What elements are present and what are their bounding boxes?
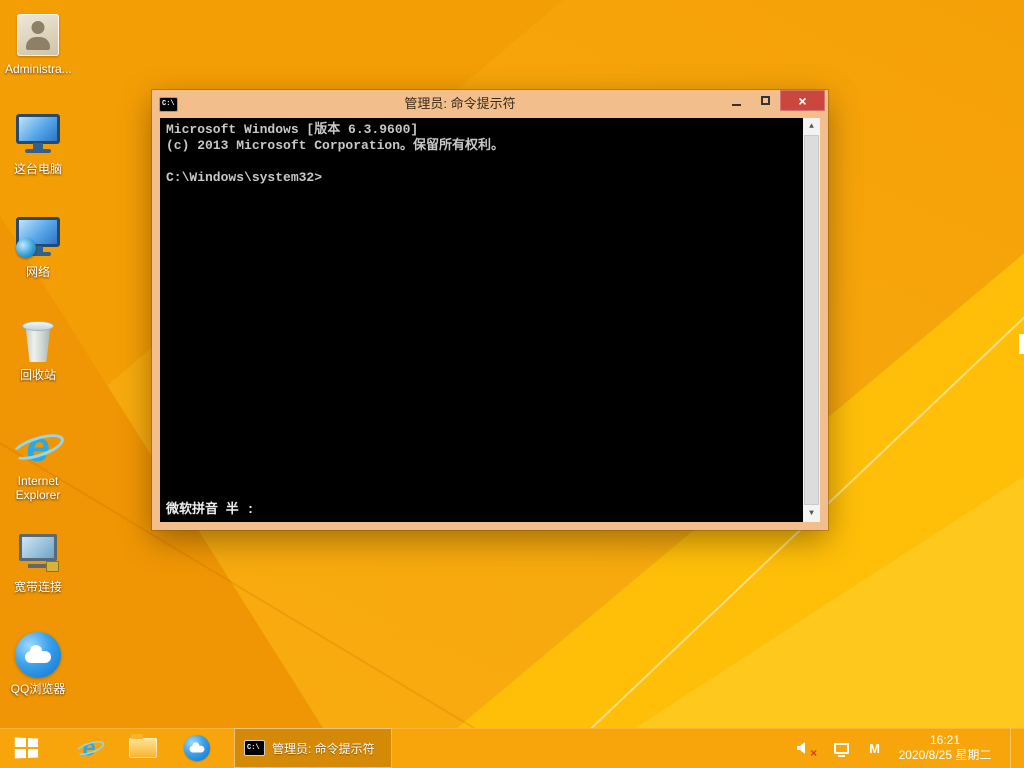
console-prompt: C:\Windows\system32>: [166, 170, 796, 186]
cmd-window: C:\ 管理员: 命令提示符 × Microsoft Windows [版本 6…: [152, 90, 828, 530]
task-button-label: 管理员: 命令提示符: [272, 740, 375, 757]
taskbar: e C:\ 管理员: 命令提示符 × M 16:21 202: [0, 728, 1024, 768]
desktop-icon-broadband[interactable]: 宽带连接: [4, 530, 72, 594]
desktop-icon-label: 网络: [26, 265, 50, 279]
desktop-icon-qq-browser[interactable]: QQ浏览器: [4, 632, 72, 696]
minimize-button[interactable]: [722, 90, 751, 111]
clock-date: 2020/8/25 星期二: [898, 748, 992, 763]
desktop-icon-label: 宽带连接: [14, 580, 62, 594]
cmd-window-title: 管理员: 命令提示符: [212, 90, 708, 118]
recycle-bin-icon: [21, 318, 55, 364]
qq-browser-icon: [184, 735, 210, 761]
taskbar-clock[interactable]: 16:21 2020/8/25 星期二: [898, 733, 992, 763]
qq-browser-icon: [15, 632, 61, 678]
show-desktop-button[interactable]: [1010, 728, 1018, 768]
desktop-icon-label: 回收站: [20, 368, 56, 382]
network-tray-icon[interactable]: [831, 739, 851, 757]
scroll-down-icon[interactable]: ▼: [803, 505, 820, 522]
console-line: (c) 2013 Microsoft Corporation。保留所有权利。: [166, 138, 796, 154]
cmd-icon: C:\: [244, 740, 265, 756]
clock-time: 16:21: [898, 733, 992, 748]
internet-explorer-icon: e: [13, 424, 63, 470]
network-icon: [15, 215, 61, 261]
vertical-scrollbar[interactable]: ▲ ▼: [803, 118, 820, 522]
console-area[interactable]: Microsoft Windows [版本 6.3.9600] (c) 2013…: [160, 118, 820, 522]
console-line: [166, 154, 796, 170]
close-button[interactable]: ×: [780, 90, 825, 111]
desktop-icon-administrator[interactable]: Administra...: [4, 12, 72, 76]
taskbar-ie-button[interactable]: e: [66, 728, 112, 768]
desktop-icon-network[interactable]: 网络: [4, 215, 72, 279]
broadband-connection-icon: [15, 530, 61, 576]
volume-muted-icon[interactable]: ×: [793, 739, 813, 757]
desktop: Administra... 这台电脑 网络 回收站 e Internet Exp…: [0, 0, 1024, 768]
desktop-icon-label: Internet Explorer: [5, 474, 71, 502]
internet-explorer-icon: e: [76, 735, 101, 760]
taskbar-cmd-task-button[interactable]: C:\ 管理员: 命令提示符: [234, 728, 392, 768]
desktop-icon-label: QQ浏览器: [11, 682, 66, 696]
desktop-icon-label: Administra...: [5, 62, 71, 76]
desktop-icon-label: 这台电脑: [14, 162, 62, 176]
folder-icon: [129, 738, 157, 758]
scroll-up-icon[interactable]: ▲: [803, 118, 820, 135]
maximize-button[interactable]: [751, 90, 780, 111]
close-icon: ×: [798, 93, 806, 109]
start-button[interactable]: [0, 728, 54, 768]
language-indicator[interactable]: M: [869, 741, 880, 756]
taskbar-qq-browser-button[interactable]: [174, 728, 220, 768]
desktop-icon-recycle-bin[interactable]: 回收站: [4, 318, 72, 382]
user-account-icon: [17, 12, 59, 58]
cmd-window-icon: C:\: [159, 97, 178, 112]
desktop-icon-this-pc[interactable]: 这台电脑: [4, 112, 72, 176]
mute-x-glyph: ×: [810, 747, 817, 759]
system-tray: × M 16:21 2020/8/25 星期二: [793, 728, 1018, 768]
taskbar-file-explorer-button[interactable]: [120, 728, 166, 768]
windows-logo-icon: [15, 737, 38, 758]
console-output: Microsoft Windows [版本 6.3.9600] (c) 2013…: [166, 122, 796, 186]
desktop-icon-internet-explorer[interactable]: e Internet Explorer: [4, 424, 72, 502]
ime-status: 微软拼音 半 :: [166, 502, 254, 518]
scrollbar-thumb[interactable]: [804, 135, 819, 505]
wallpaper-accent: [1019, 334, 1024, 354]
computer-icon: [15, 112, 61, 158]
console-line: Microsoft Windows [版本 6.3.9600]: [166, 122, 796, 138]
cmd-title-bar[interactable]: C:\ 管理员: 命令提示符 ×: [152, 90, 828, 118]
